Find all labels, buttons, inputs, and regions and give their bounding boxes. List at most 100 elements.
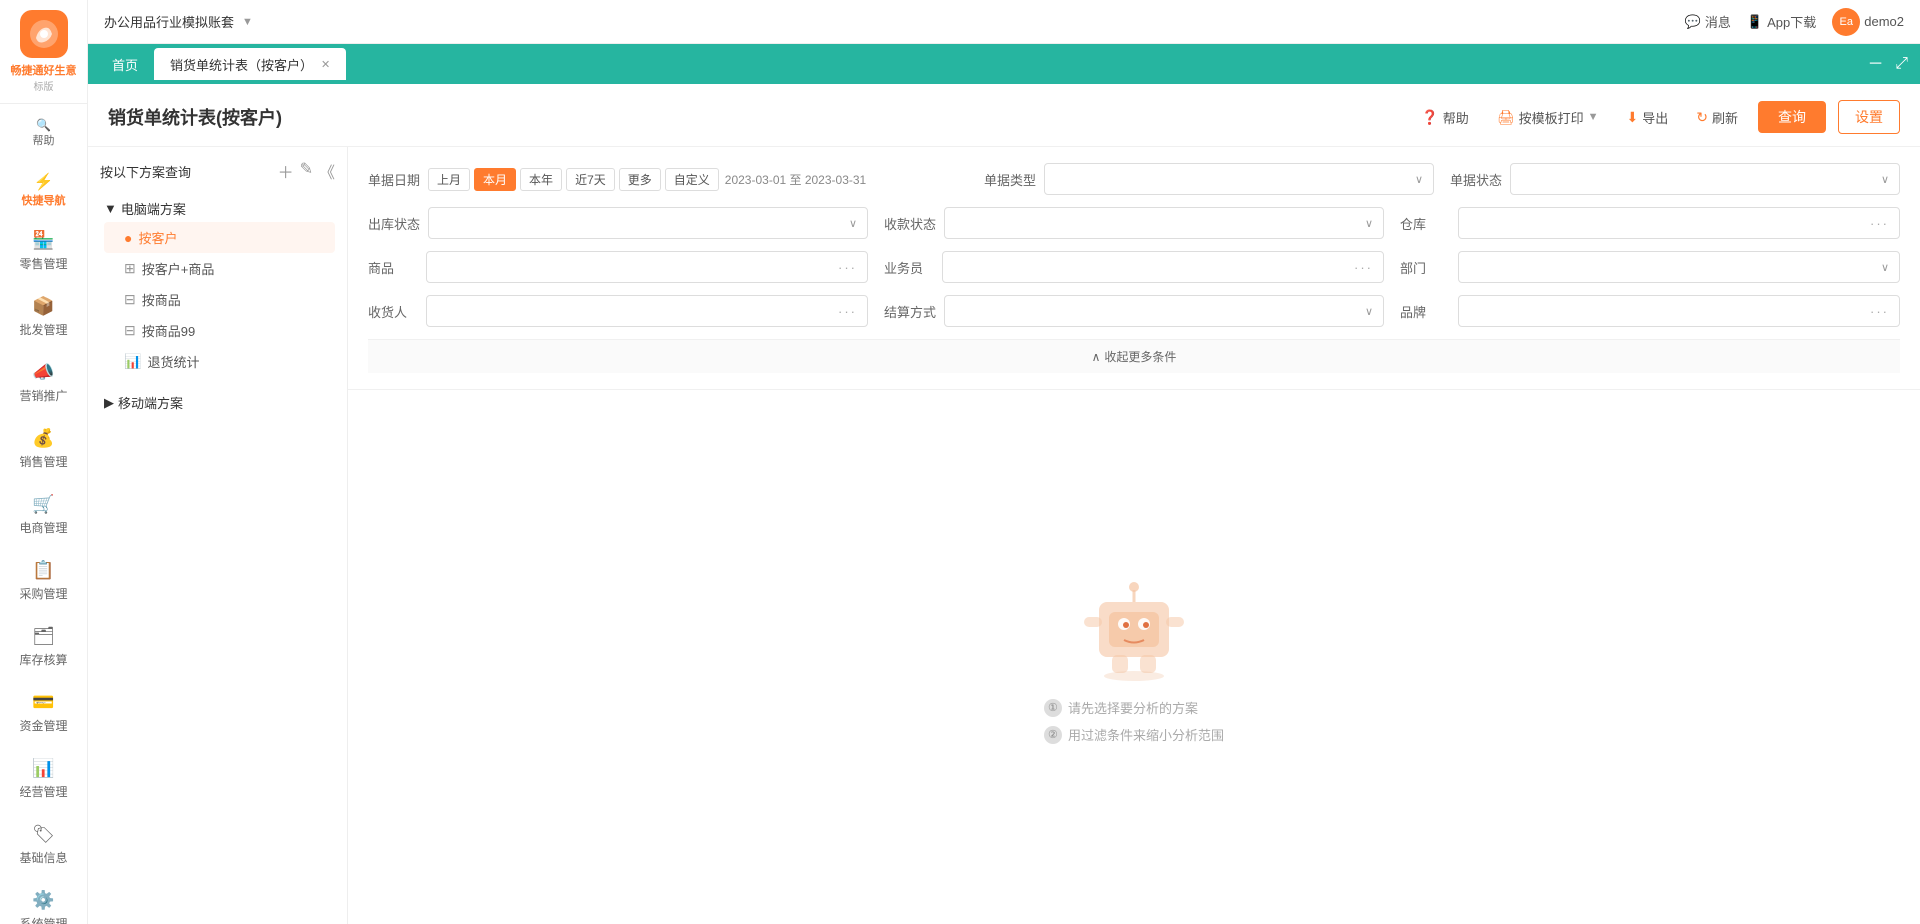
sidebar-item-retail[interactable]: 🏪 零售管理 [0, 218, 87, 284]
doc-type-select[interactable]: ∨ [1044, 163, 1434, 195]
date-btn-last-7[interactable]: 近7天 [566, 168, 615, 191]
tab-sales-stats-label: 销货单统计表（按客户） [170, 55, 313, 74]
sidebar-item-search[interactable]: 🔍 帮助 [0, 104, 87, 162]
scheme-by-product[interactable]: ⊟ 按商品 [104, 284, 335, 315]
tab-close-btn[interactable]: ✕ [321, 58, 330, 71]
doc-status-field: 单据状态 ∨ [1450, 163, 1900, 195]
brand-field: 品牌 ··· [1400, 295, 1900, 327]
logo-text: 畅捷通好生意 [11, 62, 77, 78]
warehouse-input[interactable]: ··· [1458, 207, 1900, 239]
sidebar-item-inventory[interactable]: 🗂 库存核算 [0, 614, 87, 680]
template-print-btn[interactable]: 🖨 按模板打印 ▼ [1489, 104, 1607, 131]
mobile-label-text: 移动端方案 [118, 393, 183, 412]
receipt-status-select[interactable]: ∨ [944, 207, 1384, 239]
tab-home-label: 首页 [112, 55, 138, 74]
user-avatar-text: Ea [1840, 16, 1853, 28]
filter-row-4: 收货人 ··· 结算方式 ∨ [368, 295, 1900, 327]
chart-icon: 📊 [124, 353, 141, 370]
salesperson-input[interactable]: ··· [942, 251, 1384, 283]
desktop-scheme: ▼ 电脑端方案 ● 按客户 ⊞ 按客户+商品 ⊟ [88, 191, 347, 381]
settlement-arrow: ∨ [1365, 305, 1373, 318]
user-profile[interactable]: Ea demo2 [1832, 8, 1904, 36]
consignee-label: 收货人 [368, 302, 418, 321]
empty-state: ① 请先选择要分析的方案 ② 用过滤条件来缩小分析范围 [348, 390, 1920, 924]
industry-dropdown-arrow[interactable]: ▼ [242, 16, 253, 28]
scheme-by-customer-product[interactable]: ⊞ 按客户+商品 [104, 253, 335, 284]
query-btn[interactable]: 查询 [1758, 101, 1826, 133]
app-download-btn[interactable]: 📱 App下载 [1747, 12, 1816, 31]
out-status-arrow: ∨ [849, 217, 857, 230]
sidebar-item-wholesale[interactable]: 📦 批发管理 [0, 284, 87, 350]
goods-input[interactable]: ··· [426, 251, 868, 283]
empty-illustration [1074, 562, 1194, 682]
scheme-by-product-99[interactable]: ⊟ 按商品99 [104, 315, 335, 346]
person-product-icon: ⊞ [124, 260, 136, 277]
sidebar-menu: 🔍 帮助 ⚡ 快捷导航 🏪 零售管理 📦 批发管理 📣 营销推广 💰 销售管理 … [0, 104, 87, 924]
scheme-by-product-label: 按商品 [142, 290, 181, 309]
sidebar-item-sysadmin[interactable]: ⚙️ 系统管理 [0, 878, 87, 924]
message-label: 消息 [1705, 12, 1731, 31]
tab-home[interactable]: 首页 [96, 48, 154, 80]
out-status-select[interactable]: ∨ [428, 207, 868, 239]
filter-sidebar-actions: ＋ ✎ 《 [278, 159, 335, 183]
date-control: 上月 本月 本年 近7天 更多 自定义 2023-03-01 至 2023-03… [428, 168, 968, 191]
settlement-label: 结算方式 [884, 302, 936, 321]
department-arrow: ∨ [1881, 261, 1889, 274]
sidebar-item-basicinfo[interactable]: 🏷 基础信息 [0, 812, 87, 878]
help-btn[interactable]: ❓ 帮助 [1413, 104, 1476, 131]
doc-status-select[interactable]: ∨ [1510, 163, 1900, 195]
date-btn-this-month[interactable]: 本月 [474, 168, 516, 191]
collapse-sidebar-btn[interactable]: 《 [319, 159, 335, 183]
empty-tip-2: ② 用过滤条件来缩小分析范围 [1044, 725, 1224, 744]
brand-input[interactable]: ··· [1458, 295, 1900, 327]
scheme-by-customer-label: 按客户 [138, 228, 177, 247]
logo-icon [20, 10, 68, 58]
scheme-by-customer-product-label: 按客户+商品 [142, 259, 215, 278]
mobile-scheme-label[interactable]: ▶ 移动端方案 [104, 389, 335, 416]
content: 销货单统计表(按客户) ❓ 帮助 🖨 按模板打印 ▼ ⬇ 导出 [88, 84, 1920, 924]
sidebar-logo: 畅捷通好生意 标版 [0, 0, 87, 104]
edit-scheme-btn[interactable]: ✎ [300, 159, 313, 183]
scheme-return-stats-label: 退货统计 [147, 352, 199, 371]
desktop-arrow-icon: ▼ [104, 201, 117, 216]
topbar-right: 💬 消息 📱 App下载 Ea demo2 [1685, 8, 1904, 36]
settings-btn[interactable]: 设置 [1838, 100, 1900, 134]
sidebar-item-ecommerce[interactable]: 🛒 电商管理 [0, 482, 87, 548]
export-btn[interactable]: ⬇ 导出 [1619, 104, 1677, 131]
product-icon: ⊟ [124, 291, 136, 308]
add-scheme-btn[interactable]: ＋ [278, 159, 294, 183]
goods-label: 商品 [368, 258, 418, 277]
date-btn-this-year[interactable]: 本年 [520, 168, 562, 191]
date-btn-custom[interactable]: 自定义 [665, 168, 719, 191]
desktop-scheme-label[interactable]: ▼ 电脑端方案 [104, 195, 335, 222]
department-select[interactable]: ∨ [1458, 251, 1900, 283]
message-btn[interactable]: 💬 消息 [1685, 12, 1731, 31]
doc-type-label: 单据类型 [984, 170, 1036, 189]
scheme-return-stats[interactable]: 📊 退货统计 [104, 346, 335, 377]
collapse-bar[interactable]: ∧ 收起更多条件 [368, 339, 1900, 373]
date-btn-more[interactable]: 更多 [619, 168, 661, 191]
settlement-select[interactable]: ∨ [944, 295, 1384, 327]
brand-label: 品牌 [1400, 302, 1450, 321]
scheme-by-customer[interactable]: ● 按客户 [104, 222, 335, 253]
tab-minimize-btn[interactable]: ─ [1866, 51, 1885, 77]
sidebar-item-sales[interactable]: 💰 销售管理 [0, 416, 87, 482]
salesperson-dots: ··· [1354, 260, 1373, 275]
tabbar-actions: ─ ⤢ [1866, 51, 1912, 77]
goods-field: 商品 ··· [368, 251, 868, 283]
consignee-input[interactable]: ··· [426, 295, 868, 327]
sidebar-item-operations[interactable]: 📊 经营管理 [0, 746, 87, 812]
refresh-btn[interactable]: ↻ 刷新 [1688, 104, 1746, 131]
tab-maximize-btn[interactable]: ⤢ [1891, 51, 1912, 77]
department-field: 部门 ∨ [1400, 251, 1900, 283]
doc-type-field: 单据类型 ∨ [984, 163, 1434, 195]
collapse-label: 收起更多条件 [1104, 348, 1176, 365]
date-btn-last-month[interactable]: 上月 [428, 168, 470, 191]
product-99-icon: ⊟ [124, 322, 136, 339]
sidebar-item-quicknav[interactable]: ⚡ 快捷导航 [0, 162, 87, 218]
sidebar-item-purchase[interactable]: 📋 采购管理 [0, 548, 87, 614]
filter-sidebar-header: 按以下方案查询 ＋ ✎ 《 [88, 159, 347, 191]
sidebar-item-marketing[interactable]: 📣 营销推广 [0, 350, 87, 416]
tab-sales-stats[interactable]: 销货单统计表（按客户） ✕ [154, 48, 346, 80]
sidebar-item-finance[interactable]: 💳 资金管理 [0, 680, 87, 746]
